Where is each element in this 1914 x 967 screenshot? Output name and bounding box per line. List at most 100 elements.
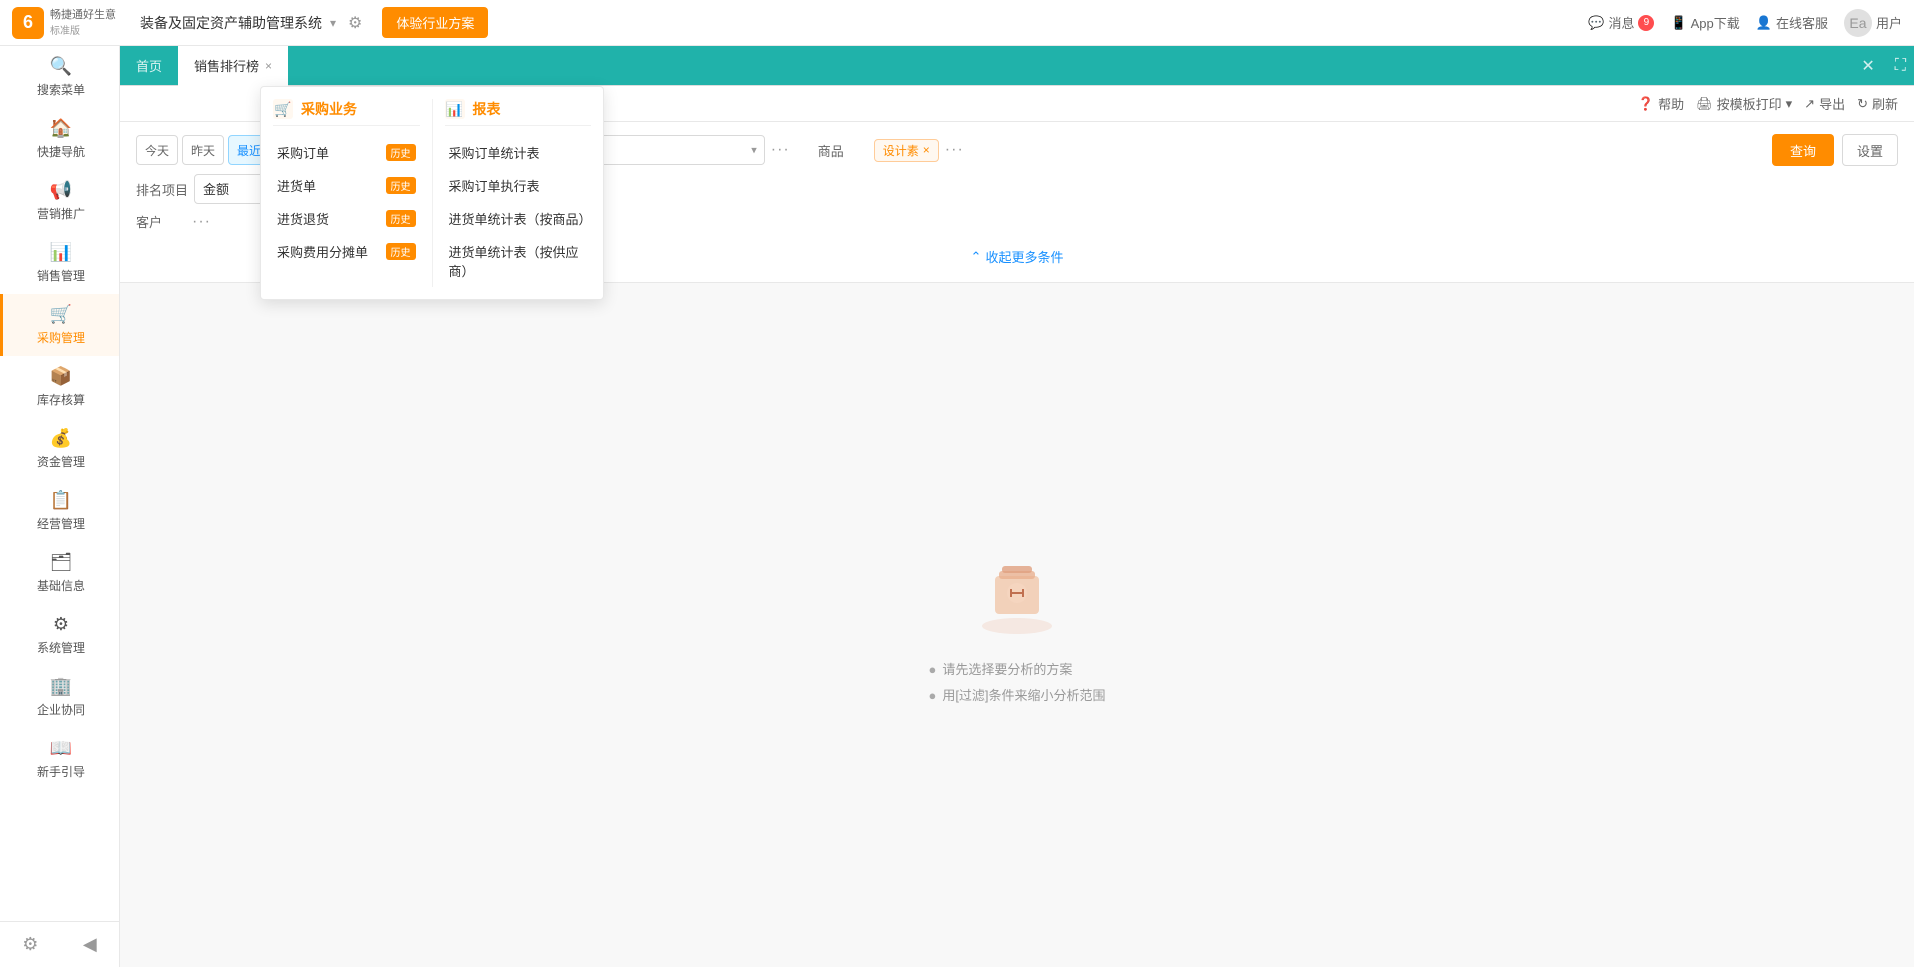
header-actions: 💬 消息 9 📱 App下载 👤 在线客服 Ea 用户: [1588, 9, 1902, 37]
app-download-button[interactable]: 📱 App下载: [1670, 13, 1739, 32]
tab-home-label: 首页: [136, 56, 162, 75]
home-icon: 🏠: [50, 118, 72, 139]
sales-icon: 📊: [50, 242, 72, 263]
query-button[interactable]: 查询: [1772, 134, 1834, 166]
refresh-button[interactable]: ↻ 刷新: [1857, 94, 1898, 113]
refresh-label: 刷新: [1872, 94, 1898, 113]
sidebar-collapse-button[interactable]: ◀: [83, 934, 97, 955]
empty-tip2: ● 用[过滤]条件来缩小分析范围: [928, 683, 1105, 709]
sidebar-item-search[interactable]: 🔍 搜索菜单: [0, 46, 119, 108]
brand-tag: 标准版: [50, 22, 116, 37]
tab-bar-expand-button[interactable]: ⛶: [1887, 57, 1914, 75]
dropdown-item-purchase-order[interactable]: 采购订单 历史: [273, 136, 420, 169]
dropdown-item-expense[interactable]: 采购费用分摊单 历史: [273, 235, 420, 268]
rank-label: 排名项目: [136, 180, 188, 199]
history-badge-expense: 历史: [386, 243, 416, 260]
dropdown-item-return-label: 进货退货: [277, 209, 329, 228]
dropdown-header-report-label: 报表: [473, 99, 501, 119]
dropdown-item-order-stat[interactable]: 采购订单统计表: [445, 136, 592, 169]
search-icon: 🔍: [50, 56, 72, 77]
sidebar-item-quick[interactable]: 🏠 快捷导航: [0, 108, 119, 170]
tab-sales-rank[interactable]: 销售排行榜 ×: [178, 46, 288, 86]
sidebar-item-system[interactable]: ⚙ 系统管理: [0, 604, 119, 666]
online-service-label: 在线客服: [1776, 13, 1828, 32]
tab-home[interactable]: 首页: [120, 46, 178, 86]
system-title-text: 装备及固定资产辅助管理系统: [140, 13, 322, 33]
sidebar-label-sales: 销售管理: [37, 267, 85, 284]
sidebar-item-sales[interactable]: 📊 销售管理: [0, 232, 119, 294]
dropdown-header-business: 🛒 采购业务: [273, 99, 420, 126]
sidebar-item-finance[interactable]: 💰 资金管理: [0, 418, 119, 480]
dropdown-item-order-exec[interactable]: 采购订单执行表: [445, 169, 592, 202]
sidebar-item-enterprise[interactable]: 🏢 企业协同: [0, 666, 119, 728]
date-btn-today[interactable]: 今天: [136, 135, 178, 165]
dropdown-item-incoming-stat-goods-label: 进货单统计表（按商品）: [449, 209, 588, 228]
dropdown-item-return[interactable]: 进货退货 历史: [273, 202, 420, 235]
dropdown-col-business: 🛒 采购业务 采购订单 历史 进货单 历史 进货退货 历史 采购费用分摊单: [261, 99, 432, 287]
sidebar-item-newbie[interactable]: 📖 新手引导: [0, 728, 119, 790]
dropdown-item-purchase-order-label: 采购订单: [277, 143, 329, 162]
trial-button[interactable]: 体验行业方案: [382, 7, 488, 38]
collapse-label: 收起更多条件: [985, 247, 1063, 266]
dropdown-item-order-exec-label: 采购订单执行表: [449, 176, 540, 195]
help-icon: ❓: [1638, 96, 1654, 112]
messages-icon: 💬: [1588, 15, 1604, 31]
content-area: 首页 销售排行榜 × ✕ ⛶ ❓ 帮助 🖨 按模板打印 ▾ ↗ 导出: [120, 46, 1914, 967]
sidebar-label-base: 基础信息: [37, 577, 85, 594]
sidebar-item-inventory[interactable]: 📦 库存核算: [0, 356, 119, 418]
print-label: 按模板打印: [1717, 94, 1782, 113]
app-icon: 📱: [1670, 15, 1686, 31]
goods-tag-text: 设计素: [883, 142, 919, 159]
collapse-button[interactable]: ⌃ 收起更多条件: [963, 243, 1072, 270]
tab-close-icon[interactable]: ×: [265, 59, 272, 73]
sidebar-item-marketing[interactable]: 📢 营销推广: [0, 170, 119, 232]
sidebar-item-operations[interactable]: 📋 经营管理: [0, 480, 119, 542]
purchase-icon: 🛒: [50, 304, 72, 325]
goods-tag-close[interactable]: ×: [923, 143, 930, 157]
collapse-icon: ⌃: [971, 249, 982, 265]
service-icon: 👤: [1756, 15, 1772, 31]
sidebar-label-search: 搜索菜单: [37, 81, 85, 98]
online-service-button[interactable]: 👤 在线客服: [1756, 13, 1828, 32]
sidebar-item-base[interactable]: 🗂 基础信息: [0, 542, 119, 604]
order-status-more-btn[interactable]: ···: [771, 141, 790, 159]
history-badge-incoming: 历史: [386, 177, 416, 194]
user-area[interactable]: Ea 用户: [1844, 9, 1902, 37]
goods-more-btn[interactable]: ···: [945, 141, 964, 159]
sidebar-item-purchase[interactable]: 🛒 采购管理: [0, 294, 119, 356]
avatar-text: Ea: [1849, 15, 1866, 31]
sidebar-label-finance: 资金管理: [37, 453, 85, 470]
print-button[interactable]: 🖨 按模板打印 ▾: [1696, 94, 1792, 113]
newbie-icon: 📖: [50, 738, 72, 759]
print-dropdown-icon[interactable]: ▾: [1786, 96, 1793, 112]
sidebar-label-newbie: 新手引导: [37, 763, 85, 780]
purchase-dropdown-menu: 🛒 采购业务 采购订单 历史 进货单 历史 进货退货 历史 采购费用分摊单: [260, 86, 604, 300]
sidebar-label-operations: 经营管理: [37, 515, 85, 532]
customer-more-btn[interactable]: ···: [192, 213, 211, 231]
operations-icon: 📋: [50, 490, 72, 511]
dropdown-item-incoming-stat-supplier[interactable]: 进货单统计表（按供应商）: [445, 235, 592, 287]
help-button[interactable]: ❓ 帮助: [1638, 94, 1684, 113]
messages-button[interactable]: 💬 消息 9: [1588, 13, 1654, 32]
system-title-area: 装备及固定资产辅助管理系统 ▾ ⚙ 体验行业方案: [132, 7, 1588, 38]
sidebar-settings-button[interactable]: ⚙: [22, 934, 38, 955]
tab-bar-close-button[interactable]: ✕: [1849, 56, 1886, 76]
filter-actions: 查询 设置: [1772, 134, 1898, 166]
export-icon: ↗: [1804, 96, 1815, 112]
refresh-icon: ↻: [1857, 96, 1868, 112]
title-dropdown-icon[interactable]: ▾: [330, 16, 336, 30]
main-layout: 🔍 搜索菜单 🏠 快捷导航 📢 营销推广 📊 销售管理 🛒 采购管理 📦 库存核…: [0, 46, 1914, 967]
settings-button[interactable]: 设置: [1842, 134, 1898, 166]
empty-state: ● 请先选择要分析的方案 ● 用[过滤]条件来缩小分析范围: [120, 283, 1914, 967]
system-settings-icon[interactable]: ⚙: [348, 13, 362, 33]
goods-tag: 设计素 ×: [874, 139, 939, 162]
report-header-icon: 📊: [445, 99, 465, 119]
customer-label: 客户: [136, 212, 186, 231]
history-badge-return: 历史: [386, 210, 416, 227]
print-icon: 🖨: [1696, 96, 1713, 112]
dropdown-item-incoming[interactable]: 进货单 历史: [273, 169, 420, 202]
export-button[interactable]: ↗ 导出: [1804, 94, 1845, 113]
sidebar-label-quick: 快捷导航: [37, 143, 85, 160]
dropdown-item-incoming-stat-goods[interactable]: 进货单统计表（按商品）: [445, 202, 592, 235]
date-btn-yesterday[interactable]: 昨天: [182, 135, 224, 165]
